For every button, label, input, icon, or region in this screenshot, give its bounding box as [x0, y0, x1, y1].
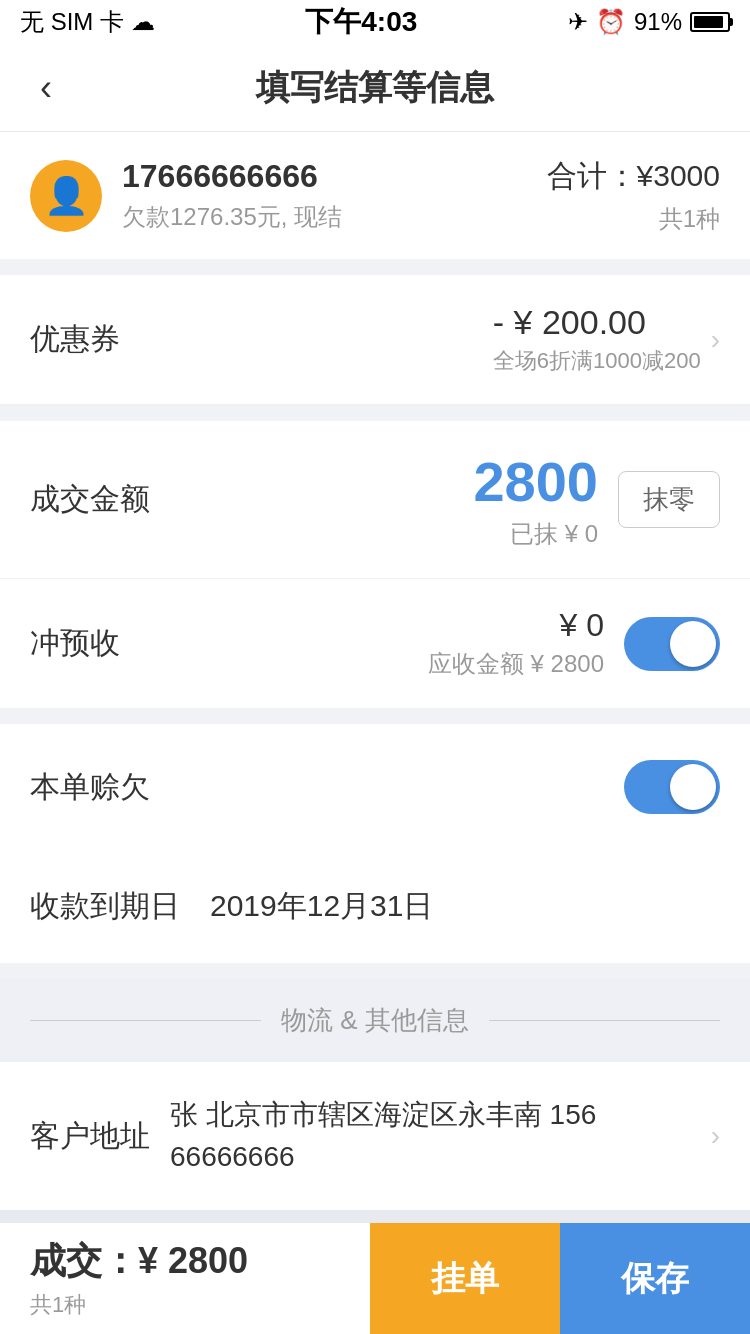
- bottom-deal-value: ¥ 2800: [138, 1240, 248, 1281]
- total-amount: 合计：¥3000: [547, 156, 720, 197]
- address-row[interactable]: 客户地址 张 北京市市辖区海淀区永丰南 156 66666666 ›: [0, 1062, 750, 1210]
- customer-details: 17666666666 欠款1276.35元, 现结: [122, 158, 342, 233]
- prepay-label: 冲预收: [30, 623, 120, 664]
- debt-toggle-knob: [670, 764, 716, 810]
- prepay-row: 冲预收 ¥ 0 应收金额 ¥ 2800: [0, 579, 750, 708]
- coupon-amount: - ¥ 200.00: [493, 303, 701, 342]
- due-date-row: 收款到期日 2019年12月31日: [0, 850, 750, 963]
- deal-amount-sub: 已抹 ¥ 0: [473, 518, 598, 550]
- toggle-knob: [670, 621, 716, 667]
- avatar: 👤: [30, 160, 102, 232]
- battery-tip: [730, 18, 733, 26]
- prepay-sub: 应收金额 ¥ 2800: [428, 648, 604, 680]
- logistics-section-header: 物流 & 其他信息: [0, 979, 750, 1062]
- address-value: 张 北京市市辖区海淀区永丰南 156 66666666: [170, 1094, 691, 1178]
- status-left: 无 SIM 卡 ☁: [20, 6, 155, 38]
- customer-phone: 17666666666: [122, 158, 342, 195]
- battery-fill: [694, 16, 723, 28]
- address-label: 客户地址: [30, 1116, 150, 1157]
- total-count: 共1种: [547, 203, 720, 235]
- debt-label: 本单赊欠: [30, 767, 150, 808]
- due-date-value: 2019年12月31日: [210, 886, 433, 927]
- bottom-count: 共1种: [30, 1290, 340, 1320]
- status-right: ✈ ⏰ 91%: [568, 8, 730, 36]
- back-button[interactable]: ‹: [30, 57, 62, 119]
- prepay-right: ¥ 0 应收金额 ¥ 2800: [428, 607, 720, 680]
- bottom-summary: 成交：¥ 2800 共1种: [0, 1237, 370, 1320]
- debt-toggle[interactable]: [624, 760, 720, 814]
- deal-amount-right: 2800 已抹 ¥ 0 抹零: [473, 449, 720, 550]
- logistics-line-left: [30, 1020, 261, 1021]
- logistics-label: 物流 & 其他信息: [281, 1003, 469, 1038]
- deal-amount-info: 2800 已抹 ¥ 0: [473, 449, 598, 550]
- sim-status: 无 SIM 卡 ☁: [20, 6, 155, 38]
- deal-amount-value: 2800: [473, 449, 598, 514]
- coupon-row[interactable]: 优惠券 - ¥ 200.00 全场6折满1000减200 ›: [0, 275, 750, 405]
- content: 👤 17666666666 欠款1276.35元, 现结 合计：¥3000 共1…: [0, 132, 750, 1334]
- prepay-toggle[interactable]: [624, 617, 720, 671]
- coupon-right: - ¥ 200.00 全场6折满1000减200 ›: [493, 303, 720, 376]
- coupon-desc: 全场6折满1000减200: [493, 346, 701, 376]
- battery-percent: 91%: [634, 8, 682, 36]
- customer-card: 👤 17666666666 欠款1276.35元, 现结 合计：¥3000 共1…: [0, 132, 750, 259]
- logistics-line-right: [489, 1020, 720, 1021]
- alarm-icon: ⏰: [596, 8, 626, 36]
- pending-button[interactable]: 挂单: [370, 1223, 560, 1335]
- address-chevron-icon: ›: [711, 1120, 720, 1152]
- debt-row: 本单赊欠: [0, 724, 750, 850]
- section-divider-3: [0, 963, 750, 979]
- customer-debt: 欠款1276.35元, 现结: [122, 201, 342, 233]
- coupon-info: - ¥ 200.00 全场6折满1000减200: [493, 303, 701, 376]
- save-button[interactable]: 保存: [560, 1223, 750, 1335]
- customer-total: 合计：¥3000 共1种: [547, 156, 720, 235]
- deal-amount-row: 成交金额 2800 已抹 ¥ 0 抹零: [0, 421, 750, 579]
- section-divider-1: [0, 405, 750, 421]
- section-divider-2: [0, 708, 750, 724]
- status-bar: 无 SIM 卡 ☁ 下午4:03 ✈ ⏰ 91%: [0, 0, 750, 44]
- customer-info-left: 👤 17666666666 欠款1276.35元, 现结: [30, 158, 342, 233]
- round-zero-button[interactable]: 抹零: [618, 471, 720, 528]
- avatar-icon: 👤: [44, 175, 89, 217]
- page-title: 填写结算等信息: [256, 65, 494, 111]
- bottom-deal-row: 成交：¥ 2800: [30, 1237, 340, 1286]
- coupon-chevron-icon: ›: [711, 324, 720, 356]
- bottom-deal-label: 成交：: [30, 1240, 138, 1281]
- nav-bar: ‹ 填写结算等信息: [0, 44, 750, 132]
- status-time: 下午4:03: [305, 3, 417, 41]
- location-icon: ✈: [568, 8, 588, 36]
- prepay-info: ¥ 0 应收金额 ¥ 2800: [428, 607, 604, 680]
- bottom-bar: 成交：¥ 2800 共1种 挂单 保存: [0, 1222, 750, 1334]
- deal-amount-label: 成交金额: [30, 479, 150, 520]
- due-date-label: 收款到期日: [30, 886, 180, 927]
- prepay-value: ¥ 0: [428, 607, 604, 644]
- coupon-label: 优惠券: [30, 319, 120, 360]
- battery-bar: [690, 12, 730, 32]
